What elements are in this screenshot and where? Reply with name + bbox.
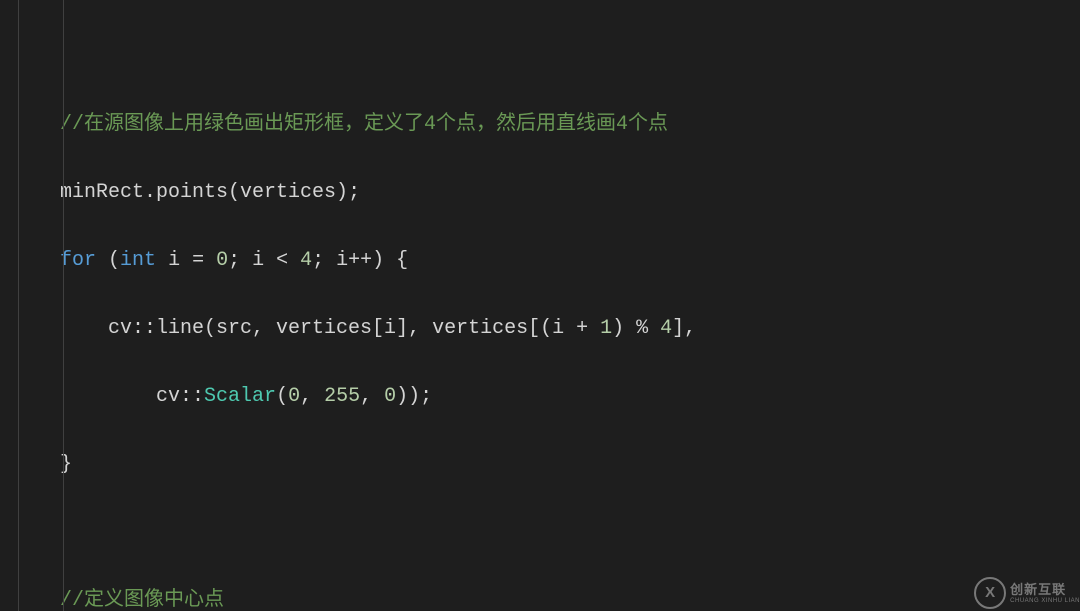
comment: //在源图像上用绿色画出矩形框，定义了4个点，然后用直线画4个点 bbox=[60, 113, 668, 136]
code-line: cv::Scalar(0, 255, 0)); bbox=[12, 380, 1080, 414]
comment: //定义图像中心点 bbox=[60, 589, 224, 611]
code-line: } bbox=[12, 448, 1080, 482]
code-line: //定义图像中心点 bbox=[12, 584, 1080, 611]
indent-guide bbox=[63, 0, 64, 611]
code-editor: //在源图像上用绿色画出矩形框，定义了4个点，然后用直线画4个点 minRect… bbox=[0, 0, 1080, 611]
code-line: for (int i = 0; i < 4; i++) { bbox=[12, 244, 1080, 278]
code-line bbox=[12, 516, 1080, 550]
code-line: cv::line(src, vertices[i], vertices[(i +… bbox=[12, 312, 1080, 346]
code-line: //在源图像上用绿色画出矩形框，定义了4个点，然后用直线画4个点 bbox=[12, 108, 1080, 142]
indent-guide bbox=[18, 0, 19, 611]
code-line: minRect.points(vertices); bbox=[12, 176, 1080, 210]
